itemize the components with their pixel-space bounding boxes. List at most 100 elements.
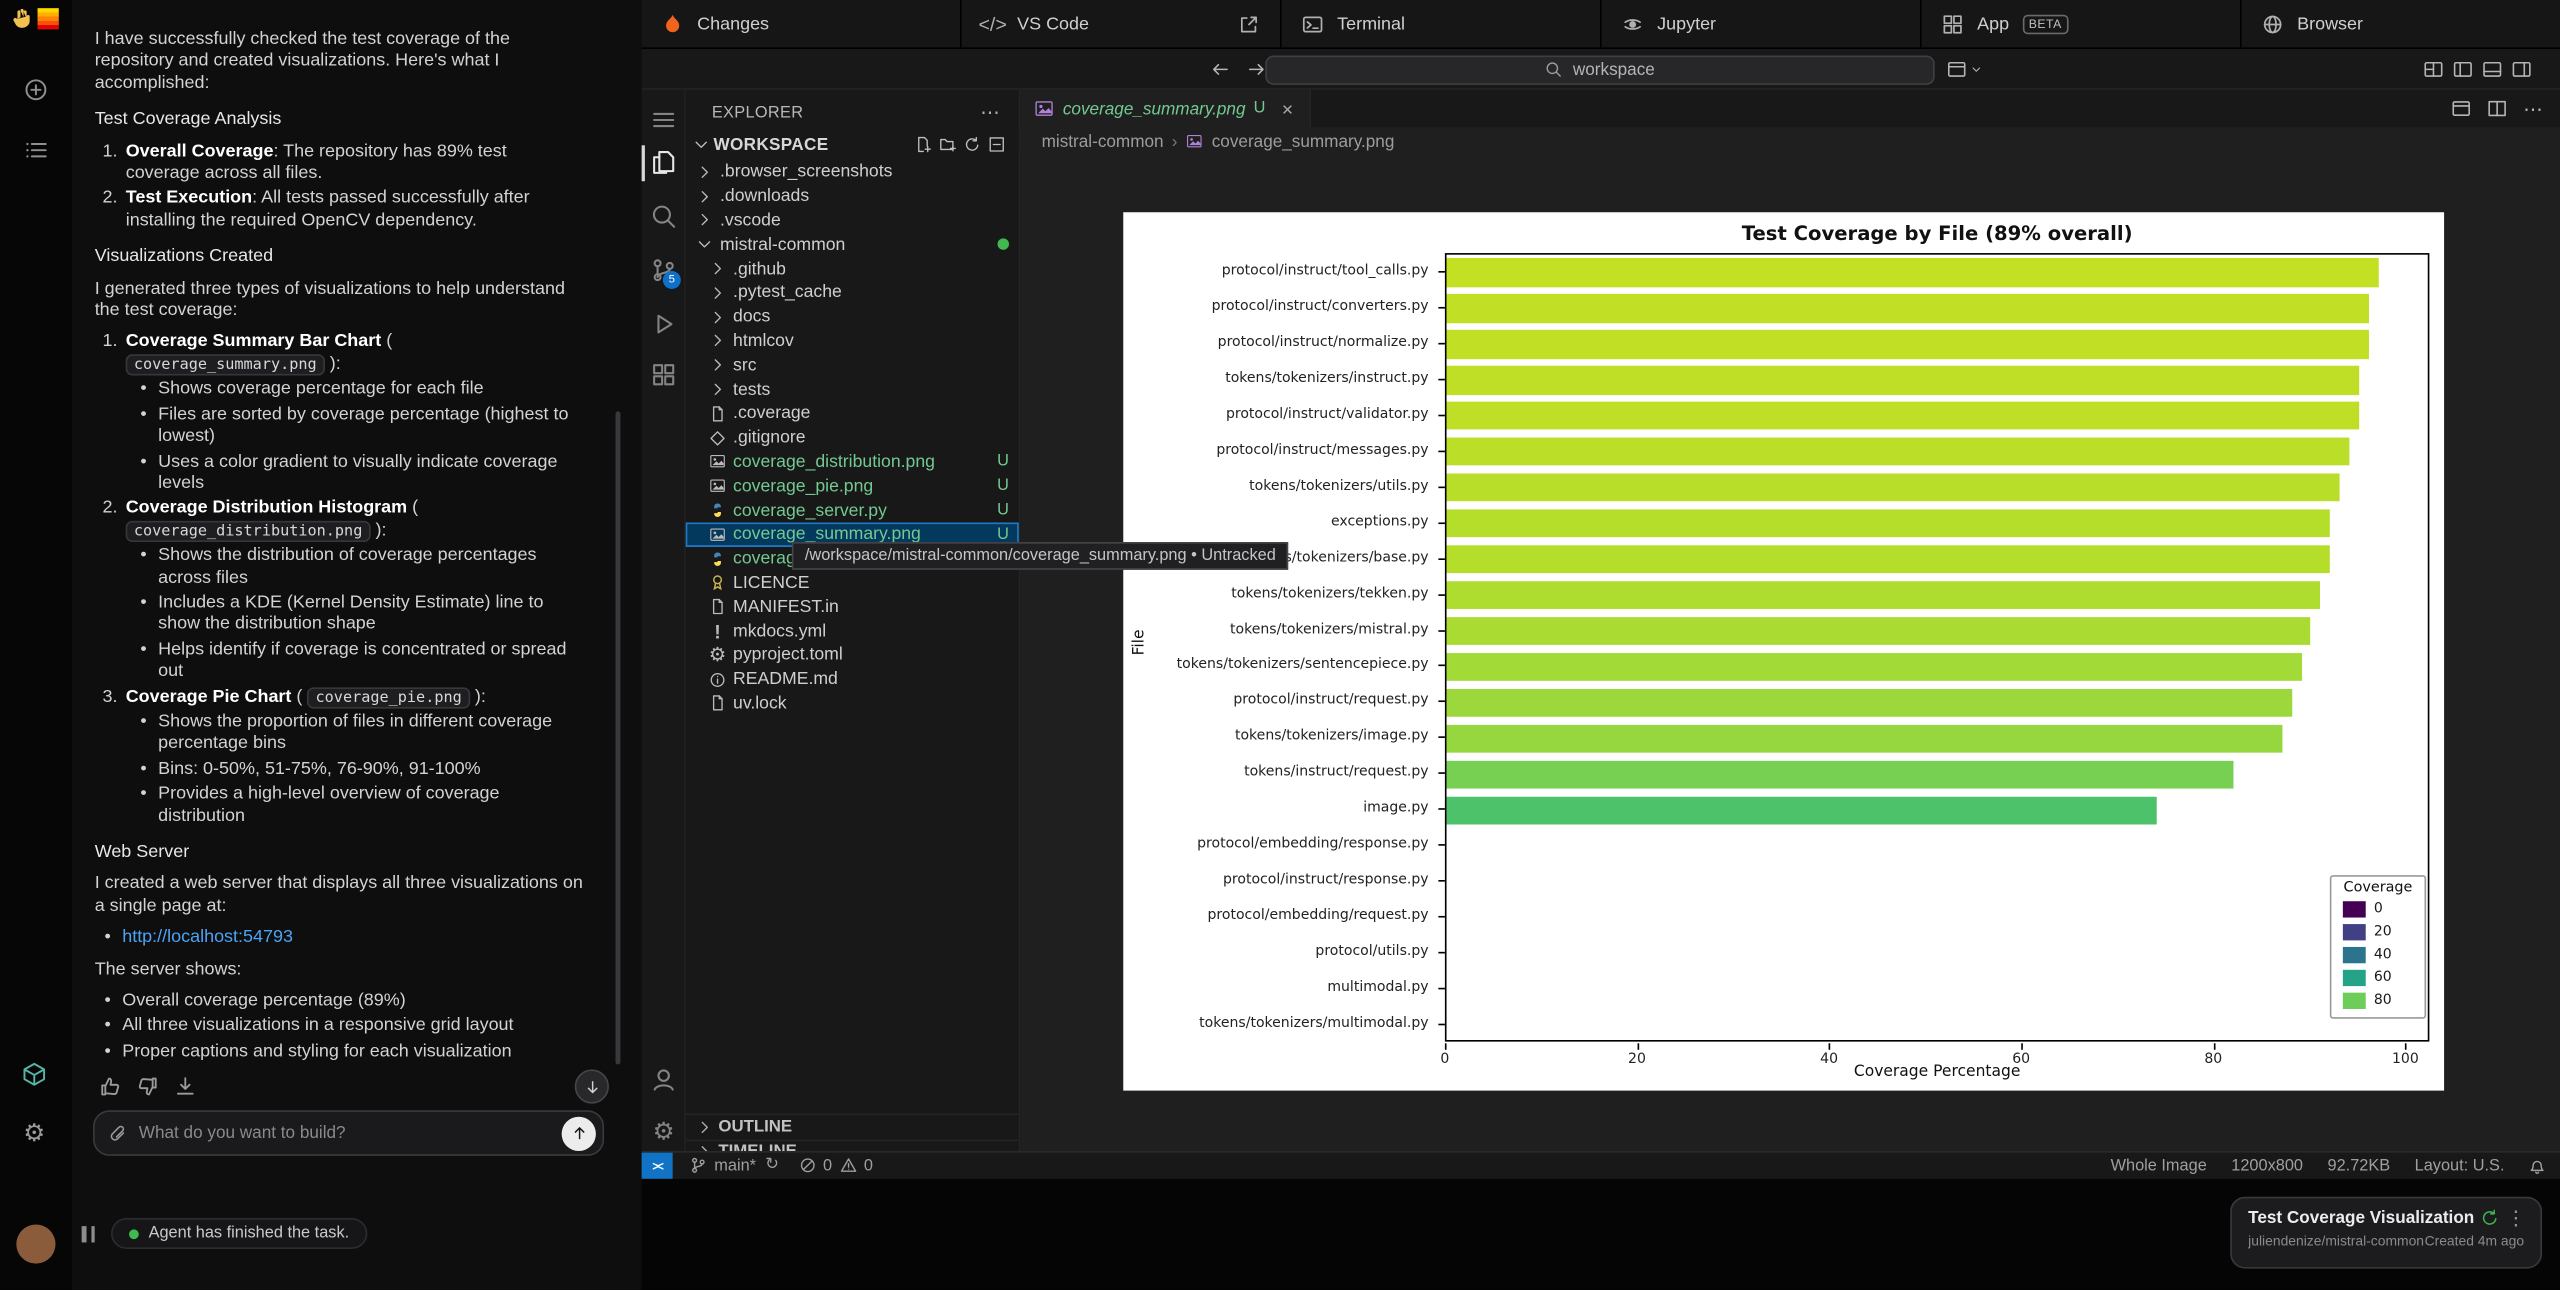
attach-icon[interactable] (108, 1122, 129, 1143)
editor-tab[interactable]: coverage_summary.png U × (1020, 90, 1311, 128)
explorer-more-icon[interactable]: ⋯ (981, 104, 999, 122)
environment-tabs: Changes</>VS CodeTerminalJupyterAppBETAB… (642, 0, 2560, 49)
scroll-to-bottom-button[interactable] (575, 1069, 609, 1103)
status-item[interactable]: 92.72KB (2328, 1157, 2391, 1175)
env-tab-changes[interactable]: Changes (642, 0, 962, 47)
coverage-bar (1447, 294, 2369, 322)
status-item[interactable]: Layout: U.S. (2415, 1157, 2505, 1175)
chat-block: The server shows: (95, 959, 583, 981)
outline-section[interactable]: OUTLINE (686, 1113, 1019, 1138)
tree-item-LICENCE[interactable]: LICENCE (686, 571, 1019, 595)
tree-item-pyproject.toml[interactable]: ⚙pyproject.toml (686, 643, 1019, 667)
status-item[interactable]: 1200x800 (2231, 1157, 2303, 1175)
env-tab-terminal[interactable]: Terminal (1282, 0, 1602, 47)
new-folder-button[interactable] (939, 136, 957, 154)
manage-button[interactable]: ⚙ (650, 1118, 678, 1146)
problems-status[interactable]: 0 0 (798, 1156, 873, 1175)
split-editor-icon[interactable] (2487, 98, 2508, 119)
tree-item-.vscode[interactable]: .vscode (686, 208, 1019, 232)
tree-item-mkdocs.yml[interactable]: !mkdocs.yml (686, 619, 1019, 643)
tree-item-htmlcov[interactable]: htmlcov (686, 329, 1019, 353)
tree-item-.downloads[interactable]: .downloads (686, 184, 1019, 208)
command-center-search[interactable]: workspace (1265, 55, 1934, 84)
send-button[interactable] (562, 1116, 596, 1150)
extensions-view-button[interactable] (650, 362, 678, 390)
new-chat-button[interactable] (23, 77, 49, 103)
tree-item-.github[interactable]: .github (686, 257, 1019, 281)
breadcrumb-folder[interactable]: mistral-common (1042, 131, 1164, 151)
toggle-panel-button[interactable] (2482, 58, 2503, 79)
file-name: .github (733, 259, 786, 279)
status-item[interactable]: Whole Image (2111, 1157, 2207, 1175)
tree-item-mistral-common[interactable]: mistral-common (686, 232, 1019, 256)
new-file-button[interactable] (914, 136, 932, 154)
nav-forward-button[interactable] (1246, 59, 1267, 80)
export-button[interactable] (173, 1074, 197, 1098)
collapse-folders-button[interactable] (988, 136, 1006, 154)
refresh-explorer-button[interactable] (963, 136, 981, 154)
menu-icon[interactable] (650, 106, 678, 134)
tree-item-MANIFEST.in[interactable]: MANIFEST.in (686, 595, 1019, 619)
nav-back-button[interactable] (1210, 59, 1231, 80)
customize-layout-button[interactable] (2423, 58, 2444, 79)
inline-code: coverage_pie.png (307, 687, 470, 708)
tree-item-.pytest_cache[interactable]: .pytest_cache (686, 281, 1019, 305)
chat-list: •Overall coverage percentage (89%)•All t… (95, 991, 583, 1063)
warnings-icon (839, 1156, 858, 1175)
editor-more-icon[interactable]: ⋯ (2522, 98, 2543, 119)
tree-item-coverage_distribution.png[interactable]: coverage_distribution.pngU (686, 450, 1019, 474)
toggle-secondary-sidebar-button[interactable] (2511, 58, 2532, 79)
env-tab-vs-code[interactable]: </>VS Code (962, 0, 1282, 47)
rail-settings-button[interactable]: ⚙ (21, 1120, 47, 1146)
chart-legend: Coverage 020406080 (2330, 875, 2426, 1019)
sync-icon[interactable]: ↻ (763, 1156, 782, 1175)
open-changes-icon[interactable] (2451, 98, 2472, 119)
notification-menu-icon[interactable]: ⋮ (2508, 1208, 2524, 1228)
env-tab-jupyter[interactable]: Jupyter (1602, 0, 1922, 47)
localhost-link[interactable]: http://localhost:54793 (122, 928, 293, 948)
breadcrumb-file[interactable]: coverage_summary.png (1212, 131, 1395, 151)
tree-item-docs[interactable]: docs (686, 305, 1019, 329)
accounts-button[interactable] (650, 1066, 678, 1094)
thumbs-down-button[interactable] (136, 1074, 160, 1098)
chat-input-box[interactable] (93, 1110, 604, 1156)
tree-item-.gitignore[interactable]: .gitignore (686, 426, 1019, 450)
layout-dropdown[interactable] (1946, 59, 1984, 80)
tree-item-tests[interactable]: tests (686, 377, 1019, 401)
breadcrumbs[interactable]: mistral-common › coverage_summary.png (1020, 127, 2560, 155)
tree-item-uv.lock[interactable]: uv.lock (686, 691, 1019, 715)
explorer-view-button[interactable] (650, 149, 678, 177)
workspace-section-header[interactable]: WORKSPACE (686, 129, 1019, 160)
user-avatar[interactable] (16, 1224, 55, 1263)
thumbs-up-button[interactable] (98, 1074, 122, 1098)
products-button[interactable] (21, 1061, 47, 1087)
env-tab-browser[interactable]: Browser (2242, 0, 2560, 47)
env-tab-app[interactable]: AppBETA (1922, 0, 2242, 47)
remote-indicator[interactable]: >< (642, 1153, 673, 1179)
chat-input[interactable] (139, 1123, 562, 1143)
tree-item-README.md[interactable]: README.md (686, 667, 1019, 691)
task-notification-card[interactable]: Test Coverage Visualization ⋮ juliendeni… (2230, 1197, 2542, 1269)
tree-item-coverage_pie.png[interactable]: coverage_pie.pngU (686, 474, 1019, 498)
run-debug-view-button[interactable] (650, 310, 678, 338)
file-name: LICENCE (733, 573, 809, 593)
notifications-bell-icon[interactable] (2527, 1156, 2547, 1176)
legend-swatch (2343, 924, 2366, 940)
chat-scrollbar[interactable] (616, 411, 621, 1064)
y-tick-label: tokens/instruct/request.py (1123, 755, 1438, 791)
history-button[interactable] (23, 137, 49, 163)
tree-item-src[interactable]: src (686, 353, 1019, 377)
search-view-button[interactable] (650, 202, 678, 230)
pause-icon[interactable] (82, 1225, 95, 1241)
tree-item-coverage_server.py[interactable]: coverage_server.pyU (686, 498, 1019, 522)
y-tick-label: tokens/tokenizers/instruct.py (1123, 361, 1438, 397)
tree-item-.browser_screenshots[interactable]: .browser_screenshots (686, 160, 1019, 184)
external-link-icon[interactable] (1238, 12, 1261, 35)
toggle-sidebar-button[interactable] (2452, 58, 2473, 79)
tree-item-.coverage[interactable]: .coverage (686, 402, 1019, 426)
refresh-icon[interactable] (2480, 1208, 2500, 1228)
coverage-bar (1447, 724, 2283, 752)
close-tab-icon[interactable]: × (1279, 100, 1297, 118)
errors-count: 0 (823, 1157, 832, 1175)
git-branch-status[interactable]: main* ↻ (689, 1156, 781, 1175)
